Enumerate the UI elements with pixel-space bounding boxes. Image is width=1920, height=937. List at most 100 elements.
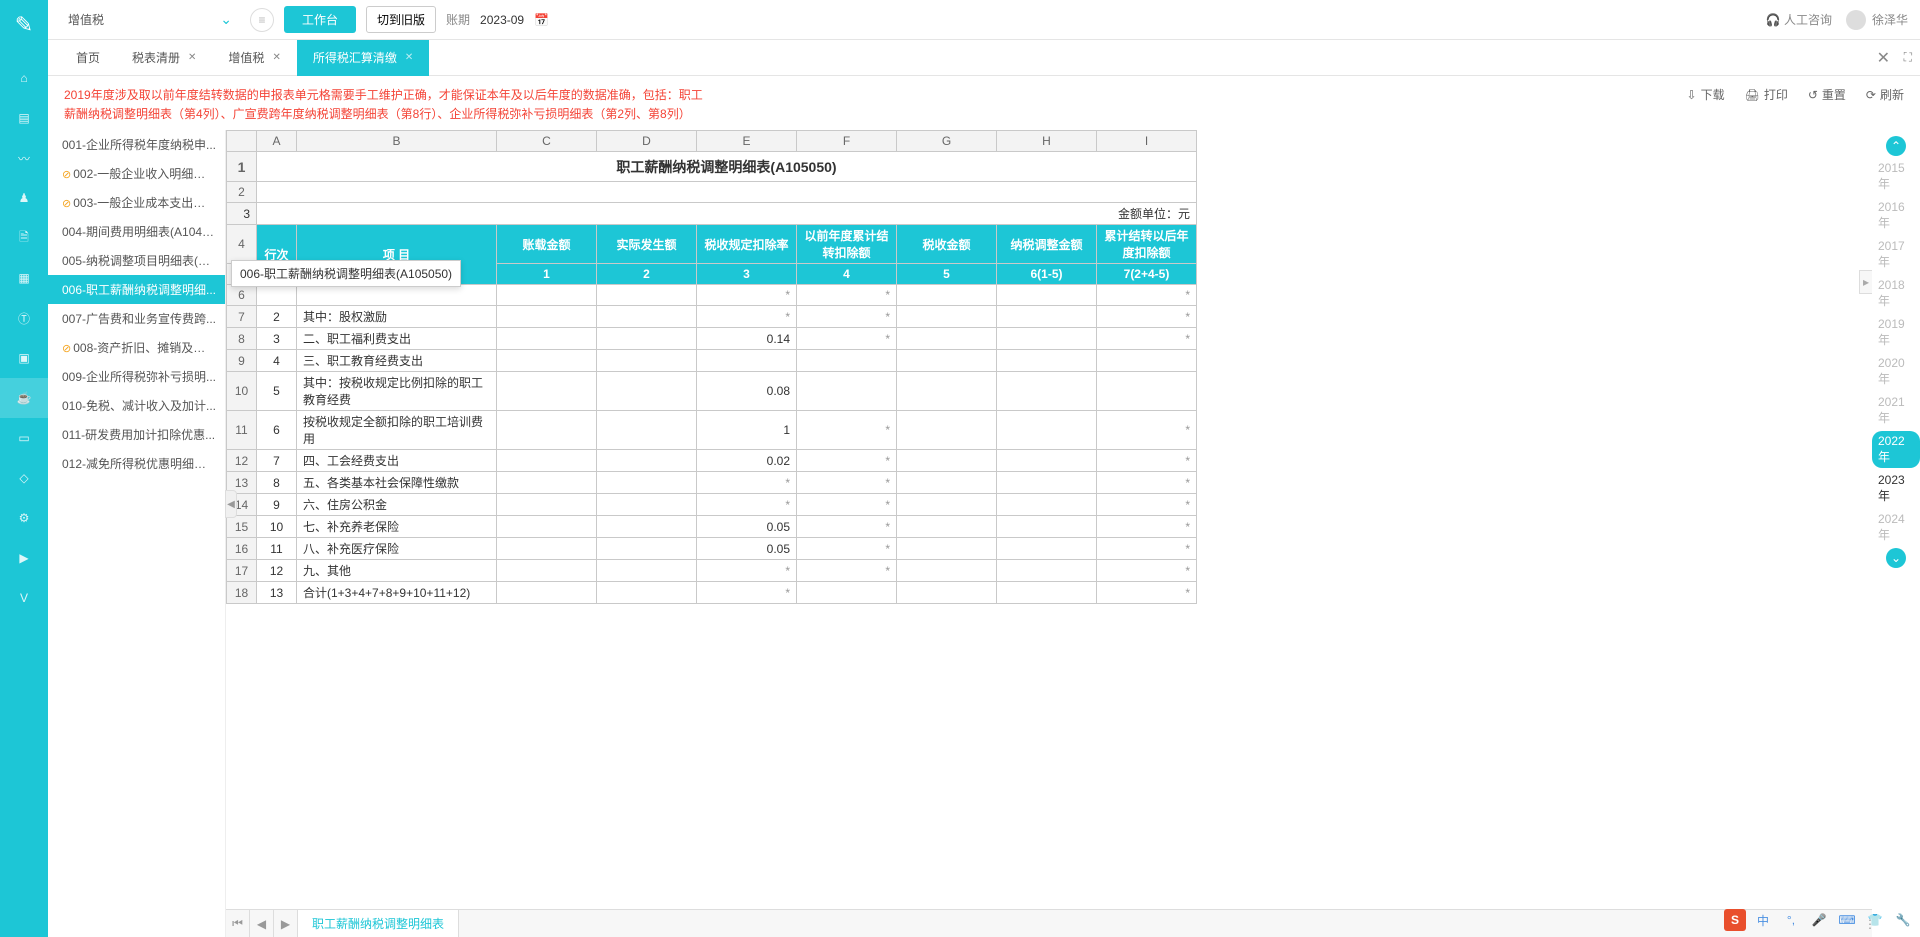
tree-item[interactable]: ⊘008-资产折旧、摊销及纳税... (48, 333, 225, 362)
rail-item-icon[interactable]: ♟ (0, 178, 48, 218)
cell[interactable] (897, 350, 997, 372)
cell[interactable]: 九、其他 (297, 560, 497, 582)
cell[interactable] (597, 372, 697, 411)
tree-item[interactable]: 011-研发费用加计扣除优惠... (48, 420, 225, 449)
cell[interactable]: 9 (257, 494, 297, 516)
cell[interactable] (597, 582, 697, 604)
cell[interactable]: 11 (227, 411, 257, 450)
sheet-scroll-first-icon[interactable]: ⏮ (226, 910, 250, 937)
cell[interactable]: 三、职工教育经费支出 (297, 350, 497, 372)
year-item[interactable]: 2024年 (1872, 509, 1920, 546)
cell[interactable]: * (797, 560, 897, 582)
cell[interactable]: 10 (227, 372, 257, 411)
cell[interactable] (597, 472, 697, 494)
cell[interactable] (997, 285, 1097, 306)
cell[interactable]: H (997, 131, 1097, 152)
cell[interactable]: 3 (257, 328, 297, 350)
cell[interactable]: 17 (227, 560, 257, 582)
cell[interactable] (297, 285, 497, 306)
cell[interactable] (497, 306, 597, 328)
cell[interactable] (897, 560, 997, 582)
tree-item[interactable]: ⊘003-一般企业成本支出明细... (48, 188, 225, 217)
cell[interactable]: 账载金额 (497, 225, 597, 264)
cell[interactable]: 五、各类基本社会保障性缴款 (297, 472, 497, 494)
cell[interactable] (997, 411, 1097, 450)
cell[interactable] (227, 131, 257, 152)
cell[interactable]: 12 (227, 450, 257, 472)
rail-settings-icon[interactable]: ⚙ (0, 498, 48, 538)
cell[interactable]: * (1097, 494, 1197, 516)
cell[interactable] (797, 350, 897, 372)
cell[interactable] (997, 560, 1097, 582)
tree-item[interactable]: 005-纳税调整项目明细表(A1... (48, 246, 225, 275)
cell[interactable] (797, 582, 897, 604)
tab[interactable]: 首页 (60, 40, 116, 76)
cell[interactable]: 0.08 (697, 372, 797, 411)
cell[interactable] (997, 372, 1097, 411)
year-item[interactable]: 2020年 (1872, 353, 1920, 390)
rail-item-icon[interactable]: ◇ (0, 458, 48, 498)
cell[interactable]: * (1097, 285, 1197, 306)
cell[interactable] (497, 560, 597, 582)
cell[interactable]: 税收规定扣除率 (697, 225, 797, 264)
cell[interactable] (497, 472, 597, 494)
tree-item[interactable]: 006-职工薪酬纳税调整明细... (48, 275, 225, 304)
close-all-tabs-icon[interactable]: ✕ (1877, 48, 1890, 68)
cell[interactable] (497, 582, 597, 604)
cell[interactable]: 8 (257, 472, 297, 494)
cell[interactable]: 7 (257, 450, 297, 472)
cell[interactable]: * (1097, 538, 1197, 560)
cell[interactable] (897, 328, 997, 350)
cell[interactable]: 0.05 (697, 538, 797, 560)
cell[interactable] (997, 328, 1097, 350)
cell[interactable]: 1 (497, 264, 597, 285)
ime-tool-icon[interactable]: 🔧 (1892, 909, 1914, 931)
cell[interactable] (597, 285, 697, 306)
cell[interactable]: * (797, 516, 897, 538)
cell[interactable]: * (1097, 516, 1197, 538)
cell[interactable]: E (697, 131, 797, 152)
tree-item[interactable]: 004-期间费用明细表(A1040... (48, 217, 225, 246)
tab[interactable]: 增值税✕ (212, 40, 296, 76)
cell[interactable]: 1 (227, 152, 257, 182)
cell[interactable] (897, 372, 997, 411)
rail-item-icon[interactable]: Ⓣ (0, 298, 48, 338)
cell[interactable]: 6 (257, 411, 297, 450)
cell[interactable]: * (1097, 582, 1197, 604)
cell[interactable]: 八、补充医疗保险 (297, 538, 497, 560)
rail-item-icon[interactable]: V (0, 578, 48, 618)
cell[interactable]: 18 (227, 582, 257, 604)
user-menu[interactable]: 徐泽华 (1846, 10, 1908, 30)
cell[interactable]: 16 (227, 538, 257, 560)
cell[interactable] (257, 285, 297, 306)
cell[interactable] (897, 494, 997, 516)
cell[interactable]: 四、工会经费支出 (297, 450, 497, 472)
cell[interactable]: 12 (257, 560, 297, 582)
tree-item[interactable]: 012-减免所得税优惠明细表(... (48, 449, 225, 478)
cell[interactable]: 7 (227, 306, 257, 328)
cell[interactable] (997, 494, 1097, 516)
toolbar-circle-icon[interactable]: ≡ (250, 8, 274, 32)
year-scroll-down-icon[interactable]: ⌄ (1886, 548, 1906, 568)
rail-item-icon[interactable]: ☕ (0, 378, 48, 418)
download-action[interactable]: ⇩ 下载 (1687, 86, 1725, 103)
cell[interactable]: 5 (897, 264, 997, 285)
cell[interactable] (597, 450, 697, 472)
year-item[interactable]: 2023年 (1872, 470, 1920, 507)
cell[interactable]: * (797, 450, 897, 472)
cell[interactable]: * (697, 306, 797, 328)
rail-item-icon[interactable]: 〰 (0, 138, 48, 178)
spreadsheet-grid[interactable]: ABCDEFGHI1职工薪酬纳税调整明细表(A105050)23金额单位：元4行… (226, 130, 1872, 909)
cell[interactable]: B (297, 131, 497, 152)
year-scroll-up-icon[interactable]: ⌃ (1886, 136, 1906, 156)
cell[interactable] (797, 372, 897, 411)
close-icon[interactable]: ✕ (405, 52, 413, 63)
cell[interactable]: 11 (257, 538, 297, 560)
cell[interactable] (997, 538, 1097, 560)
cell[interactable] (597, 411, 697, 450)
cell[interactable]: * (1097, 472, 1197, 494)
cell[interactable]: 按税收规定全额扣除的职工培训费用 (297, 411, 497, 450)
cell[interactable] (997, 582, 1097, 604)
cell[interactable]: C (497, 131, 597, 152)
cell[interactable] (597, 328, 697, 350)
